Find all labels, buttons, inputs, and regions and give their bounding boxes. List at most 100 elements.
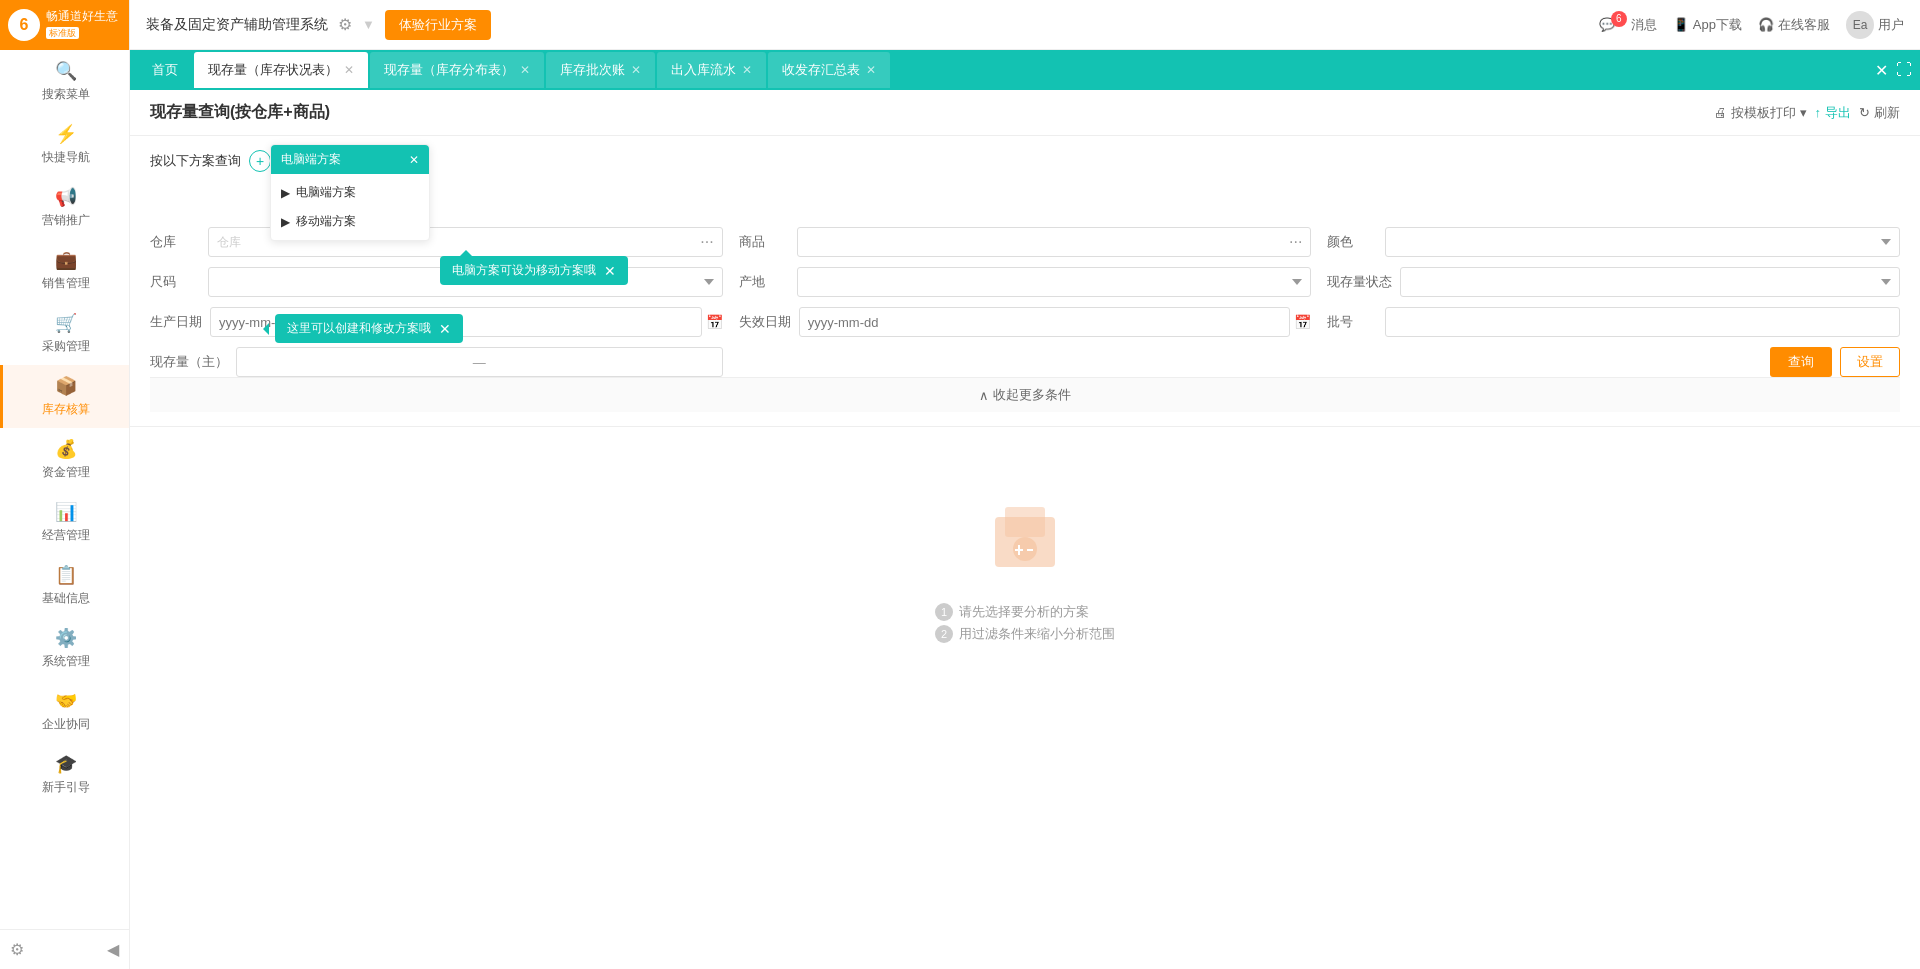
batch-input[interactable] — [1385, 307, 1900, 337]
settings-bottom-btn[interactable]: ⚙ — [10, 940, 24, 959]
printer-icon: 🖨 — [1714, 105, 1727, 120]
sidebar-item-quick[interactable]: ⚡ 快捷导航 — [0, 113, 129, 176]
edit-tooltip-close[interactable]: ✕ — [439, 321, 451, 337]
chevron-down-icon: ▾ — [1800, 105, 1807, 120]
warehouse-label: 仓库 — [150, 233, 200, 251]
scheme-item-arrow-2: ▶ — [281, 215, 290, 229]
sidebar: 6 畅通道好生意 标准版 🔍 搜索菜单 ⚡ 快捷导航 📢 营销推广 💼 销售管理… — [0, 0, 130, 969]
message-item[interactable]: 💬 6 消息 — [1599, 16, 1657, 34]
filter-row-warehouse: 仓库 仓库 ··· — [150, 227, 723, 257]
app-download-item[interactable]: 📱 App下载 — [1673, 16, 1742, 34]
expire-date-label: 失效日期 — [739, 313, 791, 331]
sidebar-item-system[interactable]: ⚙️ 系统管理 — [0, 617, 129, 680]
user-avatar: Ea — [1846, 11, 1874, 39]
produce-date-calendar-icon[interactable]: 📅 — [706, 314, 723, 330]
origin-select[interactable] — [797, 267, 1312, 297]
filter-row-expire-date: 失效日期 📅 — [739, 307, 1312, 337]
filter-area: 按以下方案查询 + ↻ ← 电脑方案可设为移动方案哦 ✕ 电脑端方案 ✕ — [130, 136, 1920, 427]
tab-delivery-summary[interactable]: 收发存汇总表 ✕ — [768, 52, 890, 88]
logo-text: 畅通道好生意 标准版 — [46, 9, 118, 40]
online-service-item[interactable]: 🎧 在线客服 — [1758, 16, 1830, 34]
sidebar-item-purchase[interactable]: 🛒 采购管理 — [0, 302, 129, 365]
refresh-btn[interactable]: ↻ 刷新 — [1859, 104, 1900, 122]
expire-date-input[interactable] — [799, 307, 1291, 337]
template-print-btn[interactable]: 🖨 按模板打印 ▾ — [1714, 104, 1807, 122]
inventory-icon: 📦 — [55, 375, 77, 397]
sidebar-item-operations[interactable]: 📊 经营管理 — [0, 491, 129, 554]
sidebar-item-enterprise[interactable]: 🤝 企业协同 — [0, 680, 129, 743]
headset-icon: 🎧 — [1758, 17, 1774, 32]
topbar-right: 💬 6 消息 📱 App下载 🎧 在线客服 Ea 用户 — [1599, 11, 1904, 39]
tab-inventory-flow[interactable]: 出入库流水 ✕ — [657, 52, 766, 88]
tab-close-inventory-dist[interactable]: ✕ — [520, 63, 530, 77]
user-item[interactable]: Ea 用户 — [1846, 11, 1904, 39]
guide-icon: 🎓 — [55, 753, 77, 775]
enterprise-icon: 🤝 — [55, 690, 77, 712]
tab-close-inventory-status[interactable]: ✕ — [344, 63, 354, 77]
operations-icon: 📊 — [55, 501, 77, 523]
fullscreen-icon[interactable]: ⛶ — [1896, 61, 1912, 79]
page-header-actions: 🖨 按模板打印 ▾ ↑ 导出 ↻ 刷新 — [1714, 104, 1901, 122]
collapse-sidebar-btn[interactable]: ◀ — [107, 940, 119, 959]
empty-tip-1: 1 请先选择要分析的方案 — [935, 603, 1115, 621]
sidebar-item-sales[interactable]: 💼 销售管理 — [0, 239, 129, 302]
stock-qty-max[interactable] — [492, 355, 714, 370]
page-title: 现存量查询(按仓库+商品) — [150, 102, 330, 123]
empty-tip-2: 2 用过滤条件来缩小分析范围 — [935, 625, 1115, 643]
topbar-left: 装备及固定资产辅助管理系统 ⚙ ▼ 体验行业方案 — [146, 10, 491, 40]
size-label: 尺码 — [150, 273, 200, 291]
expire-date-calendar-icon[interactable]: 📅 — [1294, 314, 1311, 330]
sales-icon: 💼 — [55, 249, 77, 271]
scheme-item-desktop[interactable]: ▶ 电脑端方案 — [271, 178, 429, 207]
sidebar-item-finance[interactable]: 💰 资金管理 — [0, 428, 129, 491]
system-icon: ⚙️ — [55, 627, 77, 649]
sidebar-item-inventory[interactable]: 📦 库存核算 — [0, 365, 129, 428]
tab-inventory-status[interactable]: 现存量（库存状况表） ✕ — [194, 52, 368, 88]
filter-row-stock-qty: 现存量（主） — — [150, 347, 723, 377]
settings-icon[interactable]: ⚙ — [338, 15, 352, 34]
stock-qty-label: 现存量（主） — [150, 353, 228, 371]
purchase-icon: 🛒 — [55, 312, 77, 334]
svg-rect-1 — [1005, 507, 1045, 537]
sidebar-item-search[interactable]: 🔍 搜索菜单 — [0, 50, 129, 113]
sidebar-menu: 🔍 搜索菜单 ⚡ 快捷导航 📢 营销推广 💼 销售管理 🛒 采购管理 📦 库存核… — [0, 50, 129, 929]
color-label: 颜色 — [1327, 233, 1377, 251]
export-icon: ↑ — [1815, 105, 1822, 120]
scheme-item-arrow: ▶ — [281, 186, 290, 200]
color-select[interactable] — [1385, 227, 1900, 257]
batch-label: 批号 — [1327, 313, 1377, 331]
scheme-tooltip-close[interactable]: ✕ — [604, 263, 616, 279]
reset-btn[interactable]: 设置 — [1840, 347, 1900, 377]
scheme-tooltip: 电脑方案可设为移动方案哦 ✕ — [440, 256, 628, 285]
sidebar-item-marketing[interactable]: 📢 营销推广 — [0, 176, 129, 239]
tab-inventory-batch[interactable]: 库存批次账 ✕ — [546, 52, 655, 88]
filter-grid: 仓库 仓库 ··· 商品 ··· — [150, 227, 1900, 377]
tabbar: 首页 现存量（库存状况表） ✕ 现存量（库存分布表） ✕ 库存批次账 ✕ 出入库… — [130, 50, 1920, 90]
filter-row-size: 尺码 — [150, 267, 723, 297]
scheme-panel-header: 电脑端方案 ✕ — [271, 145, 429, 174]
logo-icon: 6 — [8, 9, 40, 41]
stock-status-select[interactable] — [1400, 267, 1900, 297]
tab-home[interactable]: 首页 — [138, 52, 192, 88]
sidebar-item-guide[interactable]: 🎓 新手引导 — [0, 743, 129, 806]
query-btn[interactable]: 查询 — [1770, 347, 1832, 377]
close-all-tabs-icon[interactable]: ✕ — [1875, 61, 1888, 80]
tab-close-inventory-batch[interactable]: ✕ — [631, 63, 641, 77]
add-scheme-btn[interactable]: + — [249, 150, 271, 172]
sidebar-bottom: ⚙ ◀ — [0, 929, 129, 969]
marketing-icon: 📢 — [55, 186, 77, 208]
scheme-item-mobile[interactable]: ▶ 移动端方案 — [271, 207, 429, 236]
tab-close-inventory-flow[interactable]: ✕ — [742, 63, 752, 77]
scheme-mobile-label: 移动端方案 — [296, 213, 356, 230]
goods-dots[interactable]: ··· — [1289, 233, 1302, 251]
warehouse-dots[interactable]: ··· — [700, 233, 713, 251]
experience-btn[interactable]: 体验行业方案 — [385, 10, 491, 40]
export-btn[interactable]: ↑ 导出 — [1815, 104, 1852, 122]
tab-inventory-dist[interactable]: 现存量（库存分布表） ✕ — [370, 52, 544, 88]
filter-actions: 查询 设置 — [1327, 347, 1900, 377]
tab-close-delivery-summary[interactable]: ✕ — [866, 63, 876, 77]
collapse-row[interactable]: ∧ 收起更多条件 — [150, 377, 1900, 412]
sidebar-item-basic[interactable]: 📋 基础信息 — [0, 554, 129, 617]
scheme-panel-close[interactable]: ✕ — [409, 153, 419, 167]
stock-qty-min[interactable] — [245, 355, 467, 370]
